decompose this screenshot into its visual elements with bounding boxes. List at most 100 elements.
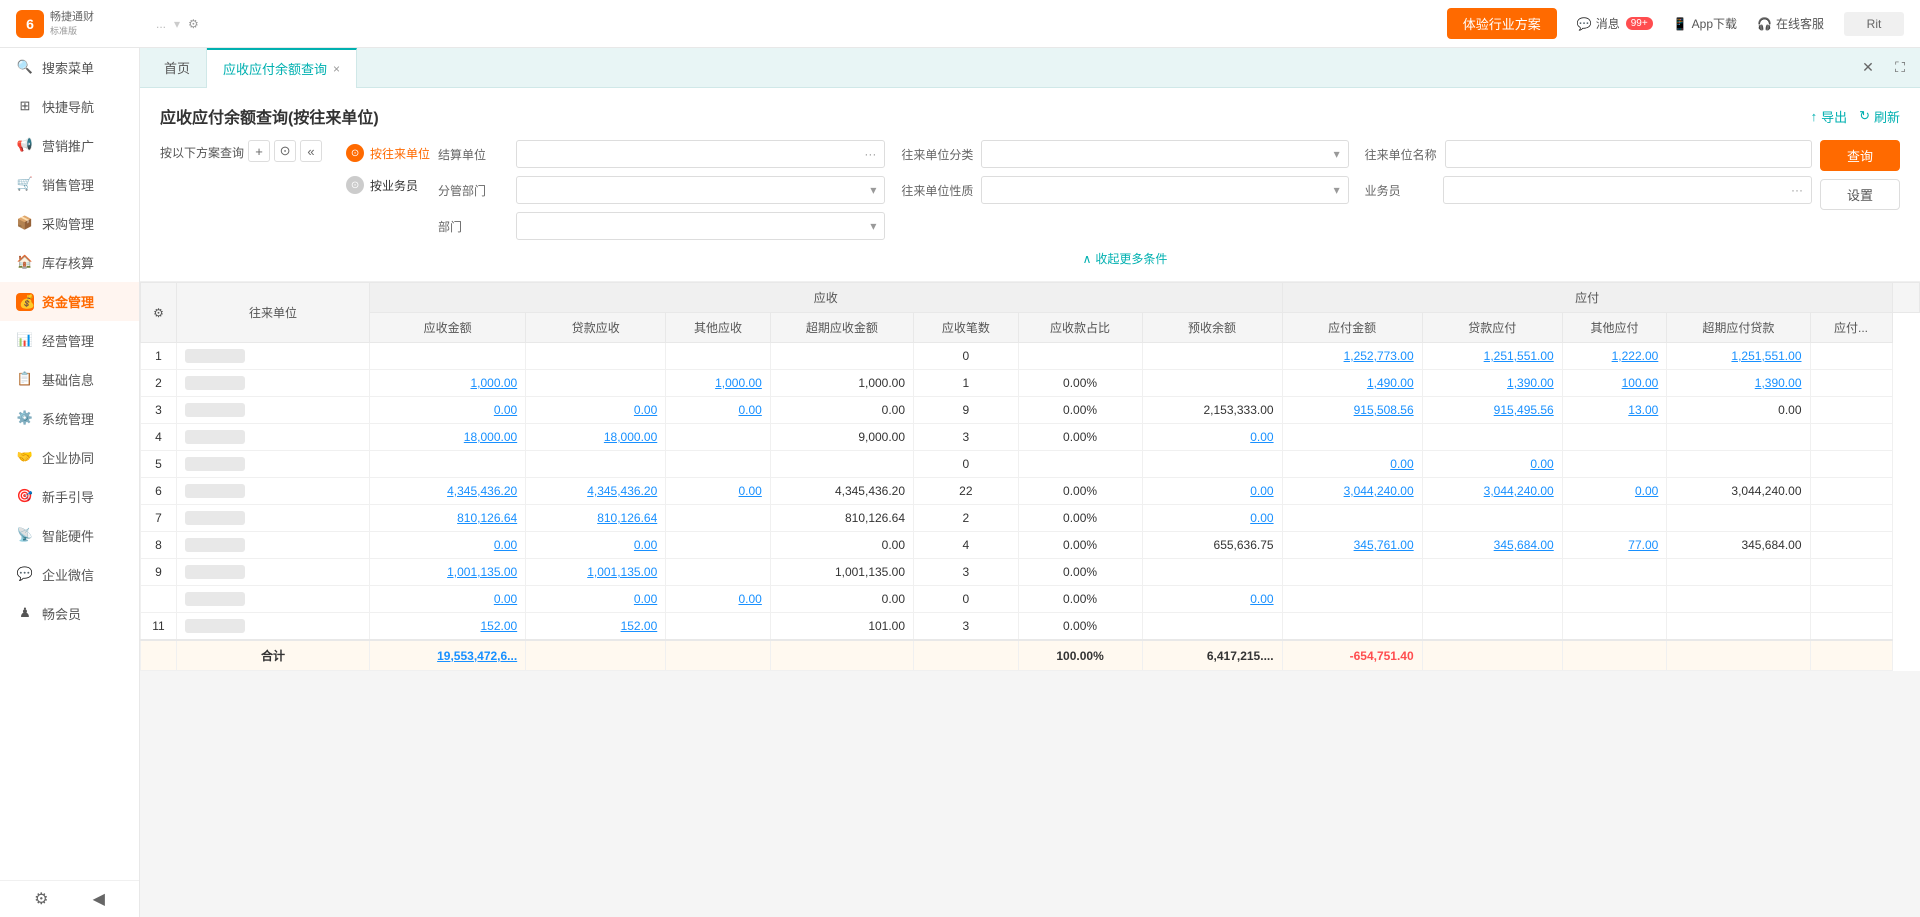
tab-close-btn[interactable]: ✕	[1856, 56, 1880, 80]
ar-loan[interactable]: 0.00	[526, 397, 666, 424]
department-input[interactable]: ▾	[516, 212, 885, 240]
sidebar-item-quick-nav[interactable]: ⊞ 快捷导航	[0, 87, 139, 126]
ap-overdue[interactable]: 1,251,551.00	[1667, 343, 1810, 370]
partner-name	[177, 613, 370, 641]
app-download-btn[interactable]: 📱 App下载	[1673, 15, 1737, 32]
messages-btn[interactable]: 💬 消息 99+	[1577, 15, 1653, 32]
filter-by-salesperson[interactable]: ⊙ 按业务员	[338, 172, 438, 198]
ap-loan[interactable]: 345,684.00	[1422, 532, 1562, 559]
ap-amount[interactable]: 1,490.00	[1282, 370, 1422, 397]
ap-loan[interactable]: 3,044,240.00	[1422, 478, 1562, 505]
ap-loan[interactable]: 915,495.56	[1422, 397, 1562, 424]
partner-cat-input[interactable]: ▾	[981, 140, 1348, 168]
collapse-button[interactable]: ∧ 收起更多条件	[438, 244, 1812, 273]
table-settings-icon[interactable]: ⚙	[153, 306, 164, 320]
ap-other[interactable]: 100.00	[1562, 370, 1667, 397]
sidebar-item-smart-hw[interactable]: 📡 智能硬件	[0, 516, 139, 555]
ar-other[interactable]: 1,000.00	[666, 370, 771, 397]
settings-col-header[interactable]: ⚙	[141, 283, 177, 343]
tab-expand-btn[interactable]: ⛶	[1888, 56, 1912, 80]
ap-amount[interactable]: 1,252,773.00	[1282, 343, 1422, 370]
ar-prepay[interactable]: 0.00	[1142, 478, 1282, 505]
ar-prepay[interactable]: 0.00	[1142, 586, 1282, 613]
salesperson-input[interactable]: ···	[1443, 176, 1812, 204]
ar-loan[interactable]: 18,000.00	[526, 424, 666, 451]
online-service-btn[interactable]: 🎧 在线客服	[1757, 15, 1824, 32]
partner-name-input[interactable]	[1445, 140, 1812, 168]
sidebar-item-marketing[interactable]: 📢 营销推广	[0, 126, 139, 165]
ap-loan[interactable]: 0.00	[1422, 451, 1562, 478]
ar-amount[interactable]: 152.00	[370, 613, 526, 641]
export-button[interactable]: ↑ 导出	[1811, 107, 1848, 126]
refresh-button[interactable]: ↻ 刷新	[1859, 107, 1900, 126]
tab-home[interactable]: 首页	[148, 48, 207, 88]
sidebar-item-basic-info[interactable]: 📋 基础信息	[0, 360, 139, 399]
ar-loan[interactable]: 152.00	[526, 613, 666, 641]
sidebar-item-purchase[interactable]: 📦 采购管理	[0, 204, 139, 243]
ar-amount[interactable]: 4,345,436.20	[370, 478, 526, 505]
ap-overdue[interactable]: 1,390.00	[1667, 370, 1810, 397]
footer-ar-amount[interactable]: 19,553,472,6...	[370, 640, 526, 671]
settlement-input[interactable]: ···	[516, 140, 885, 168]
sidebar-item-wechat[interactable]: 💬 企业微信	[0, 555, 139, 594]
query-button[interactable]: 查询	[1820, 140, 1900, 171]
ar-loan[interactable]: 0.00	[526, 532, 666, 559]
ar-loan[interactable]: 4,345,436.20	[526, 478, 666, 505]
ar-amount[interactable]: 1,000.00	[370, 370, 526, 397]
settings-button[interactable]: 设置	[1820, 179, 1900, 210]
settings-scheme-btn[interactable]: ⊙	[274, 140, 296, 162]
ar-loan[interactable]: 810,126.64	[526, 505, 666, 532]
sidebar-item-cooperation[interactable]: 🤝 企业协同	[0, 438, 139, 477]
ap-other[interactable]: 0.00	[1562, 478, 1667, 505]
ar-amount[interactable]: 1,001,135.00	[370, 559, 526, 586]
dept-input[interactable]: ▾	[516, 176, 885, 204]
ar-other[interactable]: 0.00	[666, 478, 771, 505]
option-icon-partner: ⊙	[346, 144, 364, 162]
sidebar-item-search-menu[interactable]: 🔍 搜索菜单	[0, 48, 139, 87]
filter-by-partner[interactable]: ⊙ 按往来单位	[338, 140, 438, 166]
ap-amount[interactable]: 0.00	[1282, 451, 1422, 478]
ap-loan[interactable]: 1,390.00	[1422, 370, 1562, 397]
collapse-scheme-btn[interactable]: «	[300, 140, 322, 162]
nav-chevron-icon[interactable]: ▾	[174, 17, 180, 31]
settings-icon[interactable]: ⚙	[34, 889, 48, 909]
sidebar-item-member[interactable]: ♟ 畅会员	[0, 594, 139, 633]
sidebar-item-sales[interactable]: 🛒 销售管理	[0, 165, 139, 204]
sidebar-item-system[interactable]: ⚙️ 系统管理	[0, 399, 139, 438]
sidebar-label: 资金管理	[42, 292, 94, 311]
ap-other[interactable]: 1,222.00	[1562, 343, 1667, 370]
trial-button[interactable]: 体验行业方案	[1447, 8, 1557, 39]
ar-ratio: 0.00%	[1018, 586, 1142, 613]
ap-amount[interactable]: 345,761.00	[1282, 532, 1422, 559]
ar-amount[interactable]: 0.00	[370, 397, 526, 424]
ar-other[interactable]: 0.00	[666, 586, 771, 613]
sidebar-item-operations[interactable]: 📊 经营管理	[0, 321, 139, 360]
tab-ar-ap[interactable]: 应收应付余额查询 ×	[207, 48, 357, 88]
ap-loan[interactable]: 1,251,551.00	[1422, 343, 1562, 370]
sidebar-item-inventory[interactable]: 🏠 库存核算	[0, 243, 139, 282]
ap-other[interactable]: 77.00	[1562, 532, 1667, 559]
sidebar-item-guide[interactable]: 🎯 新手引导	[0, 477, 139, 516]
ar-prepay[interactable]: 0.00	[1142, 505, 1282, 532]
sidebar-item-finance[interactable]: 💰 资金管理	[0, 282, 139, 321]
ar-other	[666, 532, 771, 559]
ar-other[interactable]: 0.00	[666, 397, 771, 424]
sidebar-label: 企业微信	[42, 565, 94, 584]
gear-icon[interactable]: ⚙	[188, 17, 199, 31]
tab-close-icon[interactable]: ×	[333, 62, 340, 76]
ar-amount[interactable]: 810,126.64	[370, 505, 526, 532]
ar-loan[interactable]: 0.00	[526, 586, 666, 613]
user-avatar[interactable]: Rit	[1844, 12, 1904, 36]
ar-amount[interactable]: 0.00	[370, 532, 526, 559]
ar-prepay[interactable]: 0.00	[1142, 424, 1282, 451]
ar-amount[interactable]: 18,000.00	[370, 424, 526, 451]
add-scheme-btn[interactable]: +	[248, 140, 270, 162]
ap-other[interactable]: 13.00	[1562, 397, 1667, 424]
nature-input[interactable]: ▾	[981, 176, 1348, 204]
footer-ar-count	[914, 640, 1019, 671]
collapse-icon[interactable]: ◀	[93, 889, 105, 909]
ap-amount[interactable]: 915,508.56	[1282, 397, 1422, 424]
ar-amount[interactable]: 0.00	[370, 586, 526, 613]
ar-loan[interactable]: 1,001,135.00	[526, 559, 666, 586]
ap-amount[interactable]: 3,044,240.00	[1282, 478, 1422, 505]
